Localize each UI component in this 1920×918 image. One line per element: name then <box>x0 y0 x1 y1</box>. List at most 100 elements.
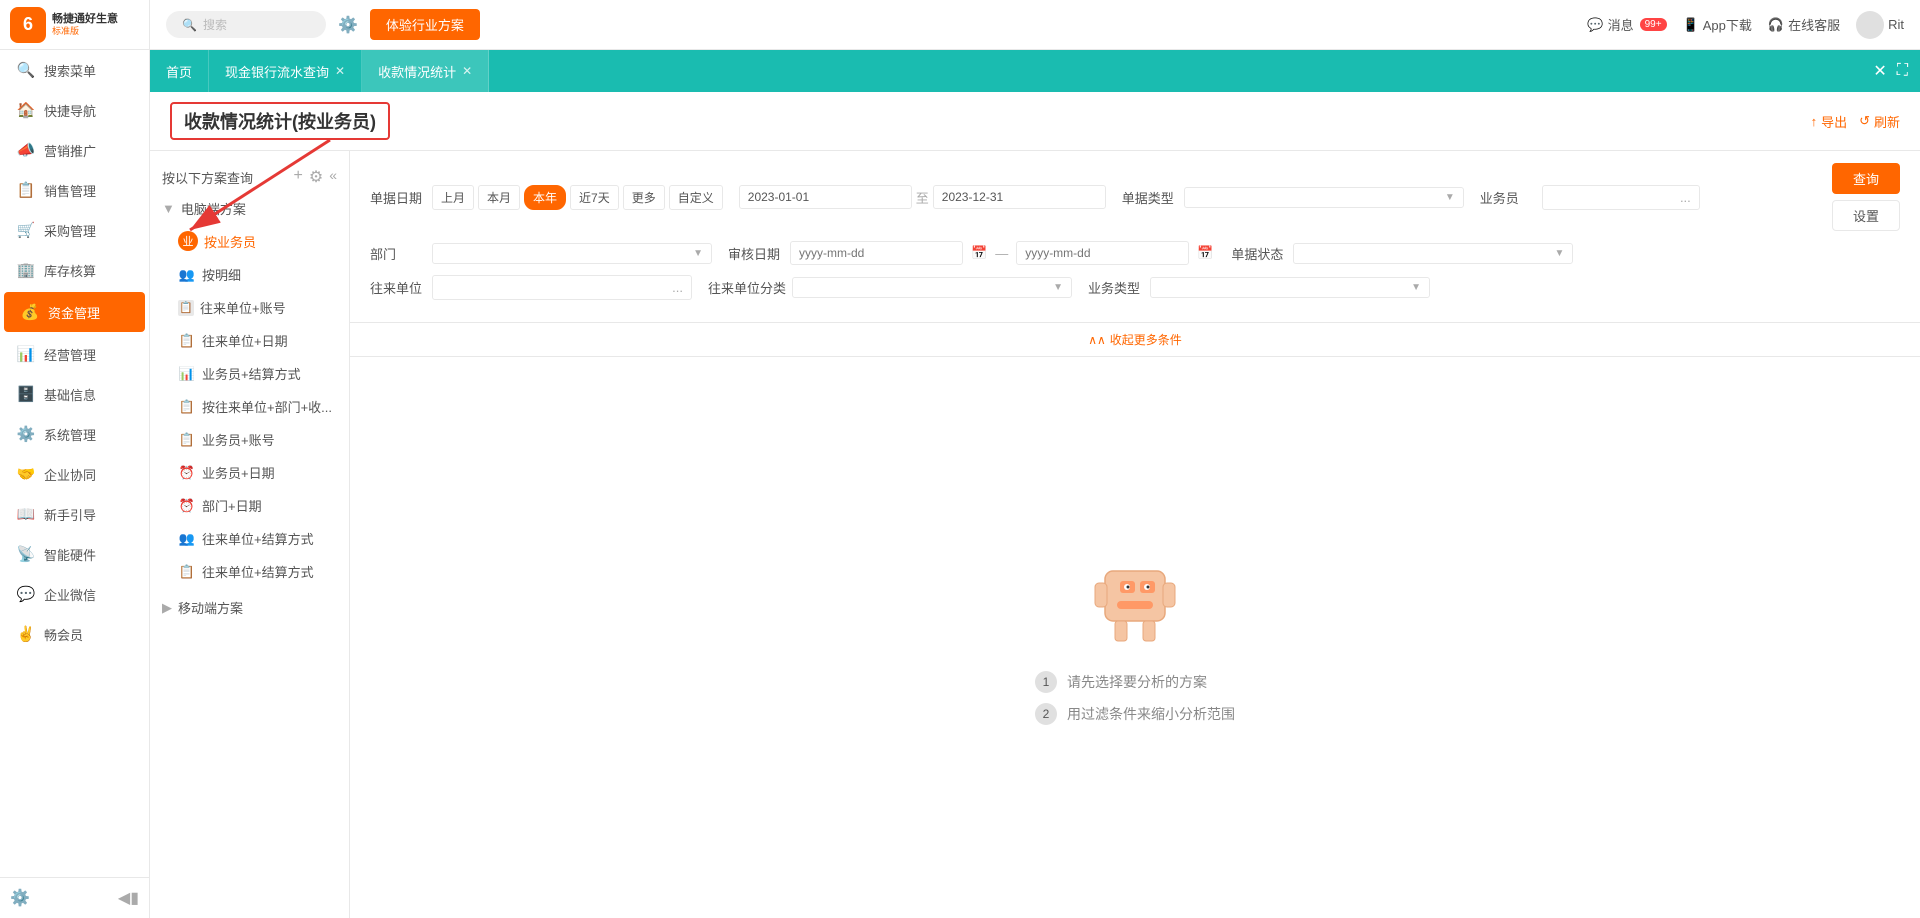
sidebar-item-purchase[interactable]: 🛒 采购管理 <box>0 210 149 250</box>
filter-salesperson: 业务员 ... <box>1480 185 1700 210</box>
tabbar: 首页 现金银行流水查询 ✕ 收款情况统计 ✕ ✕ ⛶ <box>150 50 1920 92</box>
sidebar-item-guide[interactable]: 📖 新手引导 <box>0 494 149 534</box>
scheme-item-salesperson-account[interactable]: 📋 业务员+账号 <box>150 423 349 456</box>
scheme-group-mobile-title[interactable]: ▶ 移动端方案 <box>150 592 349 623</box>
content-area: 按以下方案查询 + ⚙ « ▼ 电脑端方案 业 按业务员 <box>150 151 1920 918</box>
sidebar-item-finance[interactable]: 💰 资金管理 <box>4 292 145 332</box>
scheme-settings-icon[interactable]: ⚙ <box>309 167 323 187</box>
date-from-input[interactable] <box>739 185 912 209</box>
tab-receipt-close[interactable]: ✕ <box>462 64 472 78</box>
scheme-item-unit-settlement2[interactable]: 📋 往来单位+结算方式 <box>150 555 349 588</box>
sidebar-item-member[interactable]: ✌️ 畅会员 <box>0 614 149 654</box>
date-btn-custom[interactable]: 自定义 <box>669 185 723 210</box>
filter-settings-button[interactable]: 设置 <box>1832 200 1900 231</box>
marketing-icon: 📣 <box>16 140 36 160</box>
review-date-to-input[interactable] <box>1016 241 1189 265</box>
app-download-button[interactable]: 📱 App下载 <box>1683 15 1752 34</box>
active-scheme-icon: 业 <box>178 231 198 251</box>
scheme-item-dept-date[interactable]: ⏰ 部门+日期 <box>150 489 349 522</box>
tab-close-all-icon[interactable]: ✕ <box>1873 61 1886 81</box>
topbar-settings-icon[interactable]: ⚙️ <box>338 15 358 35</box>
tab-home[interactable]: 首页 <box>150 50 209 92</box>
scheme-unit-dept-icon: 📋 <box>178 398 196 416</box>
dept-select[interactable]: ▼ <box>432 243 712 264</box>
topbar-search[interactable]: 🔍 搜索 <box>166 11 326 38</box>
voucher-status-select[interactable]: ▼ <box>1293 243 1573 264</box>
refresh-button[interactable]: ↺ 刷新 <box>1859 112 1900 131</box>
date-btn-this-year[interactable]: 本年 <box>524 185 566 210</box>
scheme-item-unit-date[interactable]: 📋 往来单位+日期 <box>150 324 349 357</box>
filter-action-buttons: 查询 设置 <box>1832 163 1900 231</box>
scheme-item-by-salesperson[interactable]: 业 按业务员 <box>150 224 349 258</box>
sidebar-item-system[interactable]: ⚙️ 系统管理 <box>0 414 149 454</box>
sidebar-item-basic[interactable]: 🗄️ 基础信息 <box>0 374 149 414</box>
online-service-button[interactable]: 🎧 在线客服 <box>1768 15 1840 34</box>
wechat-icon: 💬 <box>16 584 36 604</box>
sidebar-item-marketing[interactable]: 📣 营销推广 <box>0 130 149 170</box>
headset-icon: 🎧 <box>1768 17 1784 33</box>
sidebar-settings-icon[interactable]: ⚙️ <box>10 888 30 908</box>
scheme-item-salesperson-settlement[interactable]: 📊 业务员+结算方式 <box>150 357 349 390</box>
messages-button[interactable]: 💬 消息 99+ <box>1587 15 1666 34</box>
filter-row-3: 往来单位 ... 往来单位分类 ▼ <box>370 275 1900 300</box>
scheme-collapse-icon[interactable]: « <box>329 167 337 187</box>
partner-category-select[interactable]: ▼ <box>792 277 1072 298</box>
date-btn-more[interactable]: 更多 <box>623 185 665 210</box>
review-date-to-calendar-icon[interactable]: 📅 <box>1197 245 1213 261</box>
business-type-select[interactable]: ▼ <box>1150 277 1430 298</box>
tab-fullscreen-icon[interactable]: ⛶ <box>1897 62 1908 80</box>
sidebar-item-quicknav[interactable]: 🏠 快捷导航 <box>0 90 149 130</box>
page-title: 收款情况统计(按业务员) <box>184 112 376 132</box>
sidebar-item-search[interactable]: 🔍 搜索菜单 <box>0 50 149 90</box>
voucher-status-label: 单据状态 <box>1231 244 1287 263</box>
sidebar-item-sales[interactable]: 📋 销售管理 <box>0 170 149 210</box>
collapse-bar[interactable]: ∧∧ 收起更多条件 <box>350 323 1920 357</box>
sidebar-item-operations[interactable]: 📊 经营管理 <box>0 334 149 374</box>
filter-date-label: 单据日期 <box>370 188 426 207</box>
filter-date-item: 单据日期 上月 本月 本年 近7天 更多 自定义 <box>370 185 723 210</box>
tab-bank[interactable]: 现金银行流水查询 ✕ <box>209 50 362 92</box>
home-icon: 🏠 <box>16 100 36 120</box>
scheme-item-salesperson-date[interactable]: ⏰ 业务员+日期 <box>150 456 349 489</box>
query-button[interactable]: 查询 <box>1832 163 1900 194</box>
scheme-sp-date-icon: ⏰ <box>178 464 196 482</box>
user-area[interactable]: Rit <box>1856 11 1904 39</box>
filter-area: 单据日期 上月 本月 本年 近7天 更多 自定义 <box>350 151 1920 323</box>
review-date-calendar-icon[interactable]: 📅 <box>971 245 987 261</box>
filter-review-date: 审核日期 📅 — 📅 <box>728 241 1215 265</box>
tab-receipt[interactable]: 收款情况统计 ✕ <box>362 50 489 92</box>
filter-date-range: 至 <box>739 185 1106 209</box>
scheme-item-unit-settlement1[interactable]: 👥 往来单位+结算方式 <box>150 522 349 555</box>
export-button[interactable]: ↑ 导出 <box>1811 112 1848 131</box>
review-date-from-input[interactable] <box>790 241 963 265</box>
scheme-item-by-detail[interactable]: 👥 按明细 <box>150 258 349 291</box>
page-header: 收款情况统计(按业务员) ↑ 导出 ↺ 刷新 <box>150 92 1920 151</box>
left-panel-title: 按以下方案查询 <box>162 168 253 187</box>
scheme-unit-st2-icon: 📋 <box>178 563 196 581</box>
salesperson-more-icon: ... <box>1680 190 1691 205</box>
business-type-arrow: ▼ <box>1411 282 1421 293</box>
scheme-sp-settlement-icon: 📊 <box>178 365 196 383</box>
voucher-type-select[interactable]: ▼ <box>1184 187 1464 208</box>
scheme-item-unit-account[interactable]: 📋 往来单位+账号 <box>150 291 349 324</box>
date-to-input[interactable] <box>933 185 1106 209</box>
date-btn-7days[interactable]: 近7天 <box>570 185 619 210</box>
filter-partner-category: 往来单位分类 ▼ <box>708 277 1072 298</box>
salesperson-select[interactable]: ... <box>1542 185 1700 210</box>
sidebar-item-enterprise[interactable]: 🤝 企业协同 <box>0 454 149 494</box>
tab-bank-close[interactable]: ✕ <box>335 64 345 78</box>
scheme-group-desktop-title[interactable]: ▼ 电脑端方案 <box>150 193 349 224</box>
sidebar-item-iot[interactable]: 📡 智能硬件 <box>0 534 149 574</box>
date-btn-this-month[interactable]: 本月 <box>478 185 520 210</box>
topbar: 🔍 搜索 ⚙️ 体验行业方案 💬 消息 99+ 📱 App下载 🎧 在线客服 <box>150 0 1920 50</box>
sidebar-item-wechat[interactable]: 💬 企业微信 <box>0 574 149 614</box>
sidebar-collapse-icon[interactable]: ◀▮ <box>118 888 139 908</box>
sidebar-item-inventory[interactable]: 🏢 库存核算 <box>0 250 149 290</box>
date-btn-last-month[interactable]: 上月 <box>432 185 474 210</box>
partner-select[interactable]: ... <box>432 275 692 300</box>
trial-button[interactable]: 体验行业方案 <box>370 9 480 40</box>
dept-arrow: ▼ <box>693 248 703 259</box>
scheme-item-unit-dept-receipt[interactable]: 📋 按往来单位+部门+收... <box>150 390 349 423</box>
add-scheme-icon[interactable]: + <box>294 167 303 187</box>
guide-icon: 📖 <box>16 504 36 524</box>
